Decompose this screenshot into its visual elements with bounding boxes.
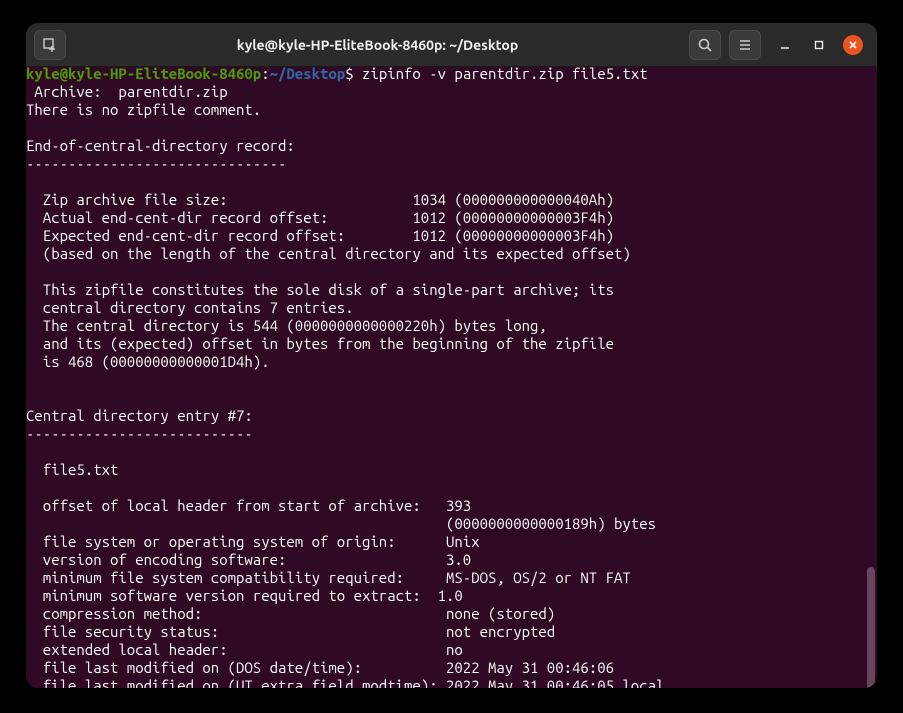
- output-line: (based on the length of the central dire…: [26, 245, 631, 262]
- output-line: Expected end-cent-dir record offset: 101…: [26, 227, 614, 244]
- close-button[interactable]: [843, 35, 863, 55]
- output-line: file5.txt: [26, 461, 118, 478]
- output-line: version of encoding software: 3.0: [26, 551, 471, 568]
- output-line: The central directory is 544 (0000000000…: [26, 317, 547, 334]
- output-line: is 468 (00000000000001D4h).: [26, 353, 270, 370]
- output-line: and its (expected) offset in bytes from …: [26, 335, 614, 352]
- output-line: Zip archive file size: 1034 (00000000000…: [26, 191, 614, 208]
- hamburger-icon: [737, 37, 753, 53]
- prompt-colon: :: [261, 67, 269, 82]
- terminal-viewport[interactable]: kyle@kyle-HP-EliteBook-8460p:~/Desktop$ …: [26, 67, 877, 688]
- output-line: Archive: parentdir.zip: [26, 83, 228, 100]
- new-tab-button[interactable]: [34, 30, 66, 60]
- maximize-button[interactable]: [809, 35, 829, 55]
- close-icon: [848, 40, 858, 50]
- search-icon: [697, 37, 713, 53]
- search-button[interactable]: [689, 30, 721, 60]
- window-title: kyle@kyle-HP-EliteBook-8460p: ~/Desktop: [74, 37, 681, 53]
- prompt-path: ~/Desktop: [270, 67, 346, 82]
- prompt-dollar: $: [345, 67, 362, 82]
- output-line: extended local header: no: [26, 641, 463, 658]
- minimize-button[interactable]: [775, 35, 795, 55]
- command-text: zipinfo -v parentdir.zip file5.txt: [362, 67, 648, 82]
- output-line: This zipfile constitutes the sole disk o…: [26, 281, 614, 298]
- minimize-icon: [780, 40, 790, 50]
- terminal-window: kyle@kyle-HP-EliteBook-8460p: ~/Desktop: [26, 23, 877, 688]
- output-line: offset of local header from start of arc…: [26, 497, 471, 514]
- output-line: End-of-central-directory record:: [26, 137, 295, 154]
- window-controls: [769, 35, 869, 55]
- output-line: file last modified on (UT extra field mo…: [26, 677, 664, 688]
- output-line: (0000000000000189h) bytes: [26, 515, 656, 532]
- scrollbar-thumb[interactable]: [867, 567, 875, 688]
- output-line: Actual end-cent-dir record offset: 1012 …: [26, 209, 614, 226]
- output-line: file last modified on (DOS date/time): 2…: [26, 659, 614, 676]
- menu-button[interactable]: [729, 30, 761, 60]
- maximize-icon: [814, 40, 824, 50]
- output-line: ---------------------------: [26, 425, 253, 442]
- output-line: Central directory entry #7:: [26, 407, 253, 424]
- output-line: file system or operating system of origi…: [26, 533, 480, 550]
- output-line: -------------------------------: [26, 155, 286, 172]
- new-tab-icon: [42, 37, 58, 53]
- titlebar: kyle@kyle-HP-EliteBook-8460p: ~/Desktop: [26, 23, 877, 67]
- output-line: minimum software version required to ext…: [26, 587, 463, 604]
- output-line: minimum file system compatibility requir…: [26, 569, 631, 586]
- terminal-content: kyle@kyle-HP-EliteBook-8460p:~/Desktop$ …: [26, 67, 877, 688]
- output-line: file security status: not encrypted: [26, 623, 555, 640]
- prompt-userhost: kyle@kyle-HP-EliteBook-8460p: [26, 67, 261, 82]
- output-line: central directory contains 7 entries.: [26, 299, 354, 316]
- output-line: compression method: none (stored): [26, 605, 555, 622]
- output-line: There is no zipfile comment.: [26, 101, 261, 118]
